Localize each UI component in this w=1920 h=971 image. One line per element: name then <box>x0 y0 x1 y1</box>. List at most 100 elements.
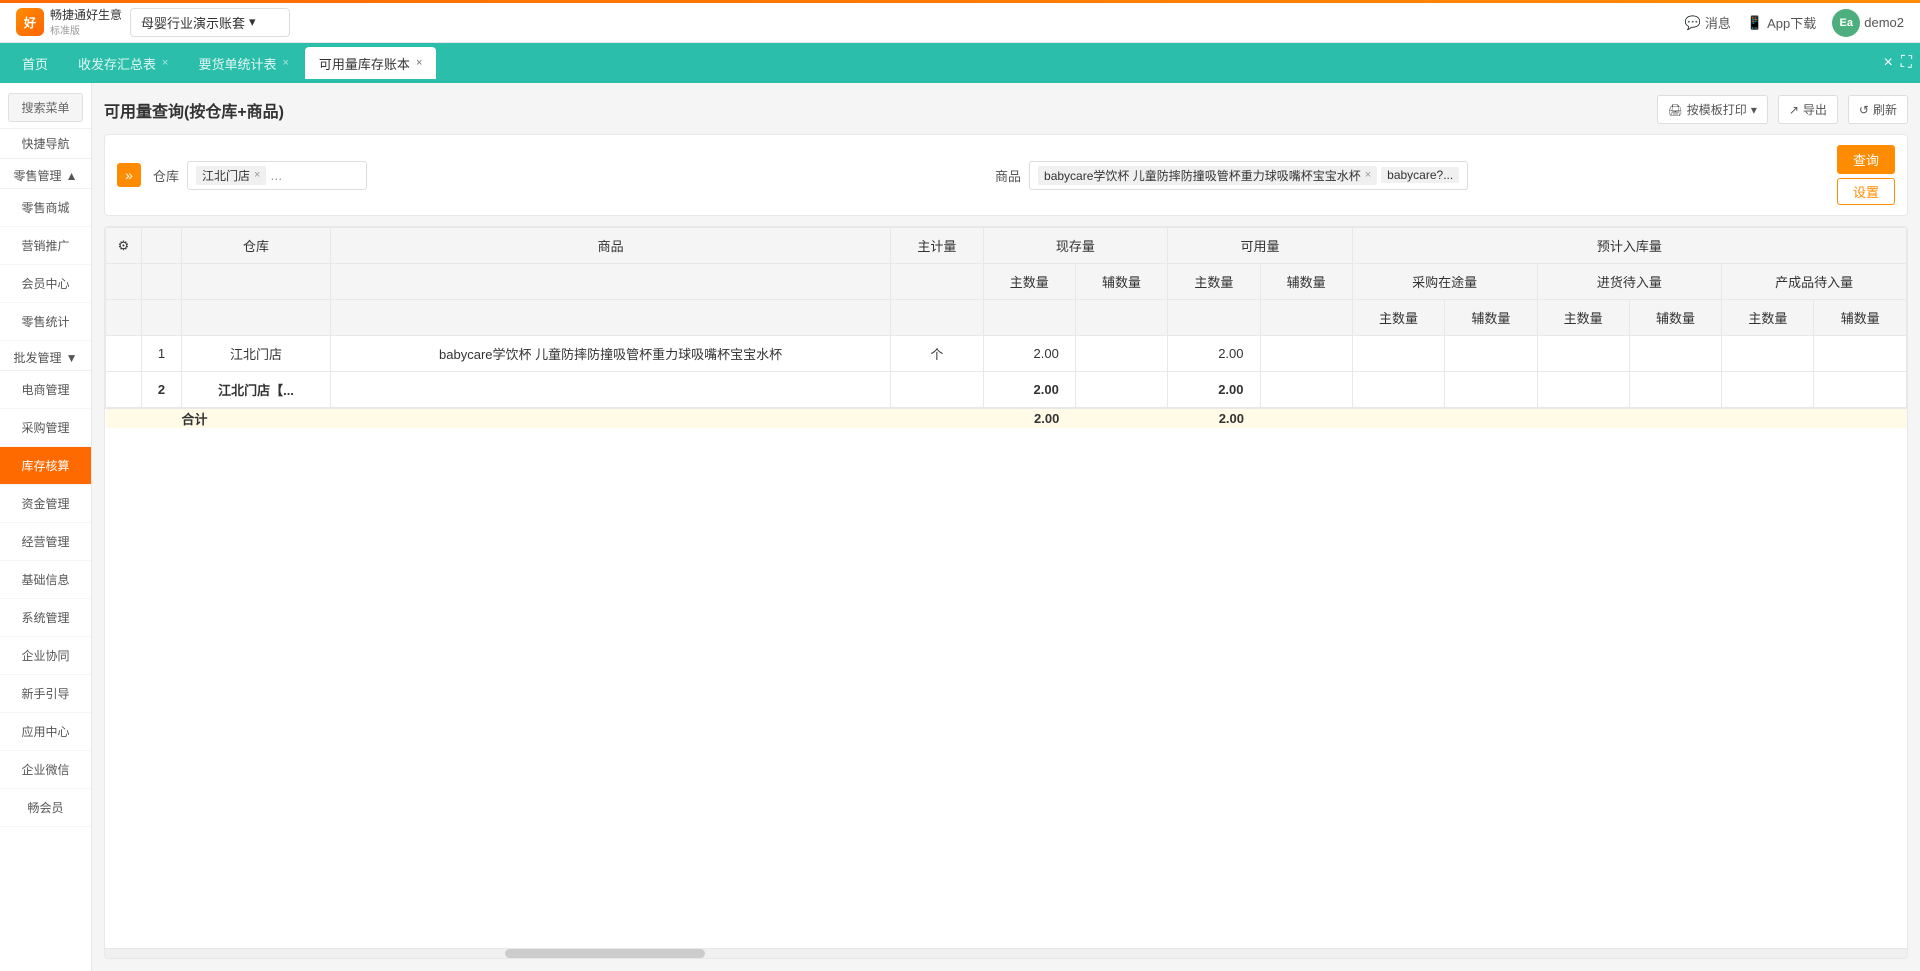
sidebar-item-app-center[interactable]: 应用中心 <box>0 713 91 751</box>
tab-order-stats-close[interactable]: × <box>282 57 288 69</box>
message-btn[interactable]: 💬 消息 <box>1685 13 1731 32</box>
footer-av-aux <box>1260 408 1352 428</box>
sidebar-item-system-mgmt[interactable]: 系统管理 <box>0 599 91 637</box>
retail-mgmt-label: 零售管理 <box>14 167 62 184</box>
export-btn[interactable]: ↗ 导出 <box>1778 95 1838 124</box>
row2-gear <box>106 372 142 409</box>
th-main-unit: 主计量 <box>891 228 983 264</box>
settings-btn-label: 设置 <box>1853 185 1879 200</box>
filter-expand-btn[interactable]: » <box>117 163 141 187</box>
footer-label: 合计 <box>182 408 331 428</box>
sidebar-item-retail-stats[interactable]: 零售统计 <box>0 303 91 341</box>
purchase-label: 采购管理 <box>21 419 69 436</box>
user-profile-btn[interactable]: Ea demo2 <box>1832 9 1904 37</box>
row2-inb-main <box>1537 372 1629 409</box>
sidebar-item-vip-member[interactable]: 畅会员 <box>0 789 91 827</box>
app-download-btn[interactable]: 📱 App下载 <box>1747 13 1816 32</box>
export-label: 导出 <box>1803 101 1827 118</box>
th-seq-sub2 <box>142 300 182 336</box>
avatar-text: Ea <box>1840 17 1853 29</box>
tab-home[interactable]: 首页 <box>8 47 62 79</box>
th-pur-main-qty: 主数量 <box>1352 300 1444 336</box>
close-window-btn[interactable]: × <box>1883 54 1892 72</box>
app-icon: 📱 <box>1747 15 1763 31</box>
query-btn[interactable]: 查询 <box>1837 145 1895 174</box>
warehouse-dots[interactable]: ... <box>270 167 282 183</box>
scrollbar-thumb[interactable] <box>505 949 705 958</box>
th-gear-sub <box>106 264 142 300</box>
refresh-label: 刷新 <box>1873 101 1897 118</box>
tab-available-stock[interactable]: 可用量库存账本 × <box>305 47 436 79</box>
warehouse-tag-remove[interactable]: × <box>254 169 260 181</box>
settings-btn[interactable]: 设置 <box>1837 178 1895 205</box>
inb-main-qty-label: 主数量 <box>1564 311 1603 326</box>
finance-label: 资金管理 <box>21 495 69 512</box>
tab-available-stock-close[interactable]: × <box>416 57 422 69</box>
sidebar-item-inventory[interactable]: 库存核算 <box>0 447 91 485</box>
row2-product <box>331 372 891 409</box>
enterprise-collab-label: 企业协同 <box>21 647 69 664</box>
footer-inb-main <box>1537 408 1629 428</box>
tab-order-stats[interactable]: 要货单统计表 × <box>184 47 302 79</box>
sidebar-item-marketing[interactable]: 营销推广 <box>0 227 91 265</box>
top-bar: 好 畅捷通好生意 标准版 母婴行业演示账套 ▾ 💬 消息 📱 App下载 Ea … <box>0 3 1920 43</box>
print-label: 按模板打印 <box>1687 101 1747 118</box>
product-tag-1-remove[interactable]: × <box>1365 169 1371 181</box>
th-seq <box>142 228 182 264</box>
sidebar-item-member-center[interactable]: 会员中心 <box>0 265 91 303</box>
expand-icon: » <box>125 167 133 183</box>
user-name: demo2 <box>1864 15 1904 30</box>
print-btn[interactable]: 🖨 按模板打印 ▾ <box>1657 95 1768 124</box>
table-row: 1 江北门店 babycare学饮杯 儿童防摔防撞吸管杯重力球吸嘴杯宝宝水杯 个… <box>106 336 1907 372</box>
forecast-inbound-header: 预计入库量 <box>1597 239 1662 254</box>
quick-nav-btn[interactable]: 快捷导航 <box>0 129 91 159</box>
warehouse-header: 仓库 <box>243 239 269 254</box>
logo-icon: 好 <box>16 8 44 36</box>
sidebar-item-ecommerce[interactable]: 电商管理 <box>0 371 91 409</box>
purchase-transit-label: 采购在途量 <box>1412 275 1477 290</box>
th-prod-aux-qty: 辅数量 <box>1814 300 1907 336</box>
th-gear[interactable]: ⚙ <box>106 228 142 264</box>
filter-btn-group: 查询 设置 <box>1837 145 1895 205</box>
sidebar-item-purchase[interactable]: 采购管理 <box>0 409 91 447</box>
warehouse-input[interactable]: 江北门店 × ... <box>187 161 367 190</box>
th-cs-aux-qty: 辅数量 <box>1075 264 1167 300</box>
sidebar-item-enterprise-wechat[interactable]: 企业微信 <box>0 751 91 789</box>
product-header: 商品 <box>598 239 624 254</box>
th-av-aux-qty: 辅数量 <box>1260 264 1352 300</box>
footer-cs-main-val: 2.00 <box>1034 411 1059 426</box>
sidebar-item-basic-info[interactable]: 基础信息 <box>0 561 91 599</box>
sidebar-item-finance[interactable]: 资金管理 <box>0 485 91 523</box>
company-dropdown[interactable]: 母婴行业演示账套 ▾ <box>130 8 290 37</box>
current-stock-header: 现存量 <box>1056 239 1095 254</box>
wholesale-mgmt-label: 批发管理 <box>14 349 62 366</box>
warehouse-filter-group: 仓库 江北门店 × ... <box>153 161 983 190</box>
sidebar-item-retail-mall[interactable]: 零售商城 <box>0 189 91 227</box>
expand-window-btn[interactable]: ⛶ <box>1901 54 1912 72</box>
sidebar-item-wholesale-mgmt[interactable]: 批发管理 ▼ <box>0 341 91 371</box>
gear-icon: ⚙ <box>118 238 130 253</box>
tab-home-label: 首页 <box>22 54 48 73</box>
sidebar-item-ops-mgmt[interactable]: 经营管理 <box>0 523 91 561</box>
footer-label-text: 合计 <box>182 412 208 427</box>
member-center-label: 会员中心 <box>21 275 69 292</box>
search-menu-btn[interactable]: 搜索菜单 <box>8 93 83 122</box>
sidebar-item-new-guide[interactable]: 新手引导 <box>0 675 91 713</box>
product-filter-group: 商品 babycare学饮杯 儿童防摔防撞吸管杯重力球吸嘴杯宝宝水杯 × bab… <box>995 161 1825 190</box>
th-seq-sub <box>142 264 182 300</box>
company-name: 母婴行业演示账套 <box>141 13 245 32</box>
page-actions: 🖨 按模板打印 ▾ ↗ 导出 ↺ 刷新 <box>1657 95 1908 124</box>
footer-av-main: 2.00 <box>1168 408 1260 428</box>
filter-bar: » 仓库 江北门店 × ... 商品 <box>104 134 1908 216</box>
row1-inb-main <box>1537 336 1629 372</box>
sidebar-item-retail-mgmt[interactable]: 零售管理 ▲ <box>0 159 91 189</box>
table-scrollbar[interactable] <box>105 948 1907 958</box>
tab-receive-summary-close[interactable]: × <box>162 57 168 69</box>
refresh-btn[interactable]: ↺ 刷新 <box>1848 95 1908 124</box>
tab-receive-summary[interactable]: 收发存汇总表 × <box>64 47 182 79</box>
enterprise-wechat-label: 企业微信 <box>21 761 69 778</box>
product-input[interactable]: babycare学饮杯 儿童防摔防撞吸管杯重力球吸嘴杯宝宝水杯 × babyca… <box>1029 161 1468 190</box>
footer-cs-aux <box>1075 408 1167 428</box>
footer-av-main-val: 2.00 <box>1219 411 1244 426</box>
sidebar-item-enterprise-collab[interactable]: 企业协同 <box>0 637 91 675</box>
